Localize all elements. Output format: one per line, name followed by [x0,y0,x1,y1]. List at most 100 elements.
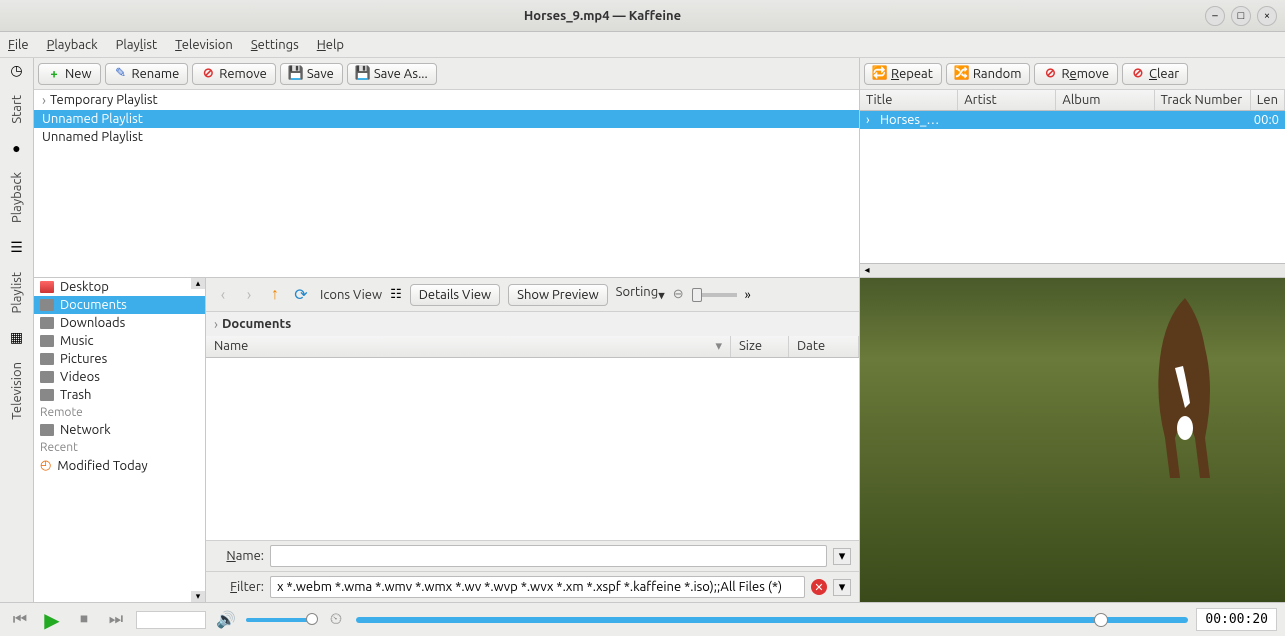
chevron-right-icon: › [42,92,46,108]
timer-icon[interactable]: ⏲ [324,608,348,632]
chapter-selector[interactable] [136,611,206,629]
prev-button[interactable]: ⏮ [8,608,32,632]
col-name[interactable]: Name ▾ [206,336,731,357]
place-desktop[interactable]: Desktop [34,278,205,296]
save-icon: 💾 [289,67,303,81]
menu-playback[interactable]: Playback [47,38,98,52]
reload-button[interactable]: ⟳ [290,284,312,306]
col-date[interactable]: Date [789,336,859,357]
random-button[interactable]: 🔀Random [946,63,1031,85]
up-button[interactable]: ↑ [264,284,286,306]
filter-input[interactable] [270,576,805,598]
file-list[interactable] [206,358,859,540]
name-dropdown[interactable]: ▾ [833,548,851,565]
place-trash[interactable]: Trash [34,386,205,404]
zoom-slider[interactable] [692,293,737,297]
track-len: 00:0 [1248,111,1285,129]
playlist-item[interactable]: Unnamed Playlist [34,128,859,146]
col-artist[interactable]: Artist [958,90,1056,110]
filter-dropdown[interactable]: ▾ [833,579,851,596]
new-label: New [65,67,92,81]
menu-settings[interactable]: Settings [251,38,299,52]
track-artist [958,111,1056,129]
repeat-button[interactable]: 🔁Repeat [864,63,942,85]
col-size[interactable]: Size [731,336,789,357]
remove-icon: ⊘ [1043,67,1057,81]
overflow-icon[interactable]: » [745,288,751,302]
track-title: Horses_… [874,111,958,129]
video-frame [1115,288,1255,488]
vtab-start[interactable]: Start [6,83,28,136]
playlist-label: Temporary Playlist [50,93,158,107]
playlist-list[interactable]: › Temporary Playlist Unnamed Playlist Unn… [34,90,859,277]
place-downloads[interactable]: Downloads [34,314,205,332]
place-network[interactable]: Network [34,421,205,439]
track-list[interactable]: › Horses_… 00:0 [860,111,1285,263]
vtab-television[interactable]: Television [6,350,28,432]
playlist-item[interactable]: Unnamed Playlist [34,110,859,128]
scroll-down-icon[interactable]: ▾ [191,591,205,602]
menu-help[interactable]: Help [317,38,344,52]
menu-television[interactable]: Television [175,38,233,52]
scroll-left-icon[interactable]: ◂ [860,264,874,277]
breadcrumb[interactable]: ›Documents [206,312,859,336]
vtab-playback[interactable]: Playback [6,160,28,235]
folder-icon [40,371,54,383]
menu-file[interactable]: File [8,38,29,52]
icons-view-button[interactable]: Icons View [320,288,382,302]
name-label: Name: [214,549,264,563]
back-button[interactable]: ‹ [212,284,234,306]
menu-playlist[interactable]: Playlist [116,38,157,52]
new-button[interactable]: +New [38,63,101,85]
place-videos[interactable]: Videos [34,368,205,386]
sorting-button[interactable]: Sorting▾ [616,285,665,304]
volume-icon[interactable]: 🔊 [214,608,238,632]
play-button[interactable]: ▶ [40,608,64,632]
next-button[interactable]: ⏭ [104,608,128,632]
maximize-button[interactable]: □ [1231,6,1251,26]
zoom-out-icon[interactable]: ⊖ [673,287,684,302]
place-documents[interactable]: Documents [34,296,205,314]
track-row[interactable]: › Horses_… 00:0 [860,111,1285,129]
place-music[interactable]: Music [34,332,205,350]
clear-filter-icon[interactable]: ✕ [811,579,827,595]
track-no [1155,111,1248,129]
repeat-label: Repeat [891,67,933,81]
folder-icon [40,281,54,293]
vtab-playlist[interactable]: Playlist [6,260,28,325]
col-trackno[interactable]: Track Number [1155,90,1251,110]
seek-slider[interactable] [356,617,1188,623]
track-toolbar: 🔁Repeat 🔀Random ⊘Remove ⊘Clear [860,58,1285,90]
forward-button[interactable]: › [238,284,260,306]
minimize-button[interactable]: – [1205,6,1225,26]
place-pictures[interactable]: Pictures [34,350,205,368]
volume-slider[interactable] [246,618,316,622]
col-title[interactable]: Title [860,90,958,110]
playlist-icon: ☰ [10,239,23,256]
show-preview-button[interactable]: Show Preview [508,284,608,306]
remove-button[interactable]: ⊘Remove [192,63,276,85]
stop-button[interactable]: ⏹ [72,608,96,632]
place-label: Documents [60,298,127,312]
col-len[interactable]: Len [1251,90,1285,110]
clear-icon: ⊘ [1131,67,1145,81]
remove-track-button[interactable]: ⊘Remove [1034,63,1118,85]
rename-label: Rename [132,67,180,81]
save-button[interactable]: 💾Save [280,63,343,85]
track-scrollbar[interactable]: ◂ [860,263,1285,277]
file-browser: ‹ › ↑ ⟳ Icons View ☷ Details View Show P… [206,278,860,602]
name-input[interactable] [270,545,827,567]
col-album[interactable]: Album [1056,90,1154,110]
menubar: File Playback Playlist Television Settin… [0,32,1285,58]
clear-button[interactable]: ⊘Clear [1122,63,1188,85]
rename-button[interactable]: ✎Rename [105,63,189,85]
scroll-up-icon[interactable]: ▴ [191,278,205,289]
window-title: Horses_9.mp4 — Kaffeine [0,9,1205,23]
view-mode-icon[interactable]: ☷ [390,287,402,302]
saveas-button[interactable]: 💾Save As... [347,63,437,85]
playlist-temporary[interactable]: › Temporary Playlist [34,90,859,110]
close-button[interactable]: × [1257,6,1277,26]
playback-icon: ● [12,140,20,156]
place-modified-today[interactable]: ◴Modified Today [34,456,205,475]
details-view-button[interactable]: Details View [410,284,500,306]
